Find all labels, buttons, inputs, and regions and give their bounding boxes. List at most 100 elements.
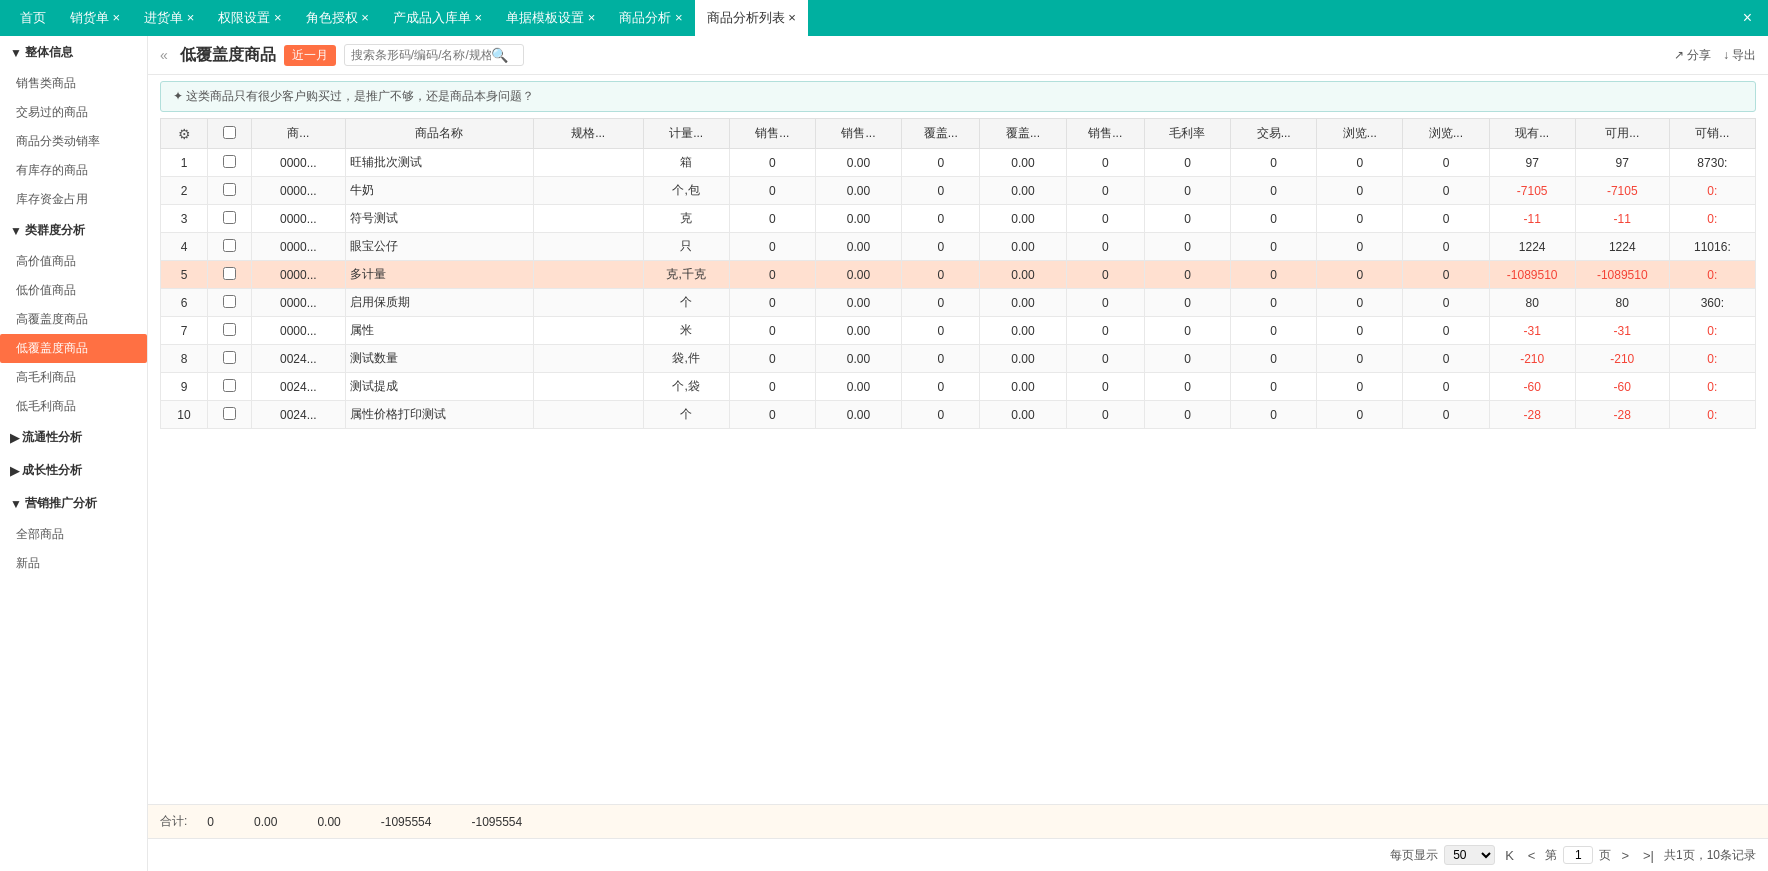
nav-production[interactable]: 产成品入库单 × bbox=[381, 0, 494, 36]
sidebar-item-low-coverage[interactable]: 低覆盖度商品 bbox=[0, 334, 147, 363]
close-button[interactable]: × bbox=[1735, 9, 1760, 27]
cell-4-12: 0 bbox=[1231, 261, 1317, 289]
liquidity-arrow: ▶ bbox=[10, 431, 19, 445]
cell-1-10: 0 bbox=[1066, 177, 1144, 205]
browse-link-2[interactable]: 0 bbox=[1317, 205, 1403, 233]
table-row: 10000...旺辅批次测试箱00.0000.000000097978730: bbox=[161, 149, 1756, 177]
browse-link-3[interactable]: 0 bbox=[1317, 233, 1403, 261]
sidebar-item-has-stock[interactable]: 有库存的商品 bbox=[0, 156, 147, 185]
cell-9-8: 0 bbox=[902, 401, 980, 429]
sidebar-item-sales-goods[interactable]: 销售类商品 bbox=[0, 69, 147, 98]
sidebar-item-high-profit[interactable]: 高毛利商品 bbox=[0, 363, 147, 392]
cell-9-16: -28 bbox=[1575, 401, 1669, 429]
search-icon[interactable]: 🔍 bbox=[491, 47, 508, 63]
row-checkbox-8[interactable] bbox=[208, 373, 252, 401]
row-checkbox-7[interactable] bbox=[208, 345, 252, 373]
sidebar-item-new-goods[interactable]: 新品 bbox=[0, 549, 147, 578]
row-checkbox-9[interactable] bbox=[208, 401, 252, 429]
sidebar-item-category-rate[interactable]: 商品分类动销率 bbox=[0, 127, 147, 156]
row-checkbox-0[interactable] bbox=[208, 149, 252, 177]
summary-avail: -1095554 bbox=[471, 815, 522, 829]
sidebar-section-liquidity[interactable]: ▶ 流通性分析 bbox=[0, 421, 147, 454]
browse-link-9[interactable]: 0 bbox=[1317, 401, 1403, 429]
sidebar-item-high-value[interactable]: 高价值商品 bbox=[0, 247, 147, 276]
col-header-cov1: 覆盖... bbox=[902, 119, 980, 149]
sidebar-section-marketing[interactable]: ▼ 营销推广分析 bbox=[0, 487, 147, 520]
col-header-browse1: 浏览... bbox=[1317, 119, 1403, 149]
page-size-select[interactable]: 50 10 20 100 bbox=[1444, 845, 1495, 865]
search-input[interactable] bbox=[351, 48, 491, 62]
cell-8-14: 0 bbox=[1403, 373, 1489, 401]
cell-4-6: 0 bbox=[729, 261, 815, 289]
sidebar-section-cluster[interactable]: ▼ 类群度分析 bbox=[0, 214, 147, 247]
cell-3-15: 1224 bbox=[1489, 233, 1575, 261]
first-page-btn[interactable]: K bbox=[1501, 846, 1518, 865]
table-row: 70000...属性米00.0000.0000000-31-310: bbox=[161, 317, 1756, 345]
cell-3-17: 11016: bbox=[1669, 233, 1755, 261]
settings-icon[interactable]: ⚙ bbox=[178, 126, 191, 142]
row-checkbox-2[interactable] bbox=[208, 205, 252, 233]
col-header-saleable: 可销... bbox=[1669, 119, 1755, 149]
cell-1-4 bbox=[533, 177, 643, 205]
cell-7-7: 0.00 bbox=[815, 345, 901, 373]
browse-link-8[interactable]: 0 bbox=[1317, 373, 1403, 401]
cell-5-17: 360: bbox=[1669, 289, 1755, 317]
content-header: « 低覆盖度商品 近一月 🔍 ↗ 分享 ↓ 导出 bbox=[148, 36, 1768, 75]
nav-sales[interactable]: 销货单 × bbox=[58, 0, 132, 36]
cell-3-3: 眼宝公仔 bbox=[345, 233, 533, 261]
nav-purchase[interactable]: 进货单 × bbox=[132, 0, 206, 36]
next-page-btn[interactable]: > bbox=[1617, 846, 1633, 865]
share-button[interactable]: ↗ 分享 bbox=[1674, 47, 1711, 64]
cell-0-17: 8730: bbox=[1669, 149, 1755, 177]
cell-6-4 bbox=[533, 317, 643, 345]
sidebar-section-overall[interactable]: ▼ 整体信息 bbox=[0, 36, 147, 69]
row-checkbox-1[interactable] bbox=[208, 177, 252, 205]
row-checkbox-3[interactable] bbox=[208, 233, 252, 261]
sidebar-item-low-value[interactable]: 低价值商品 bbox=[0, 276, 147, 305]
browse-link-5[interactable]: 0 bbox=[1317, 289, 1403, 317]
sidebar-item-all-goods[interactable]: 全部商品 bbox=[0, 520, 147, 549]
page-title: 低覆盖度商品 bbox=[180, 45, 276, 66]
cell-9-0: 10 bbox=[161, 401, 208, 429]
cell-4-15: -1089510 bbox=[1489, 261, 1575, 289]
sidebar-item-low-profit[interactable]: 低毛利商品 bbox=[0, 392, 147, 421]
nav-roles[interactable]: 角色授权 × bbox=[294, 0, 381, 36]
cell-2-6: 0 bbox=[729, 205, 815, 233]
browse-link-7[interactable]: 0 bbox=[1317, 345, 1403, 373]
nav-analysis[interactable]: 商品分析 × bbox=[607, 0, 694, 36]
cell-7-15: -210 bbox=[1489, 345, 1575, 373]
nav-permissions[interactable]: 权限设置 × bbox=[206, 0, 293, 36]
col-header-unit: 计量... bbox=[643, 119, 729, 149]
cell-6-5: 米 bbox=[643, 317, 729, 345]
row-checkbox-4[interactable] bbox=[208, 261, 252, 289]
browse-link-0[interactable]: 0 bbox=[1317, 149, 1403, 177]
cell-5-10: 0 bbox=[1066, 289, 1144, 317]
cell-2-17: 0: bbox=[1669, 205, 1755, 233]
nav-analysis-list[interactable]: 商品分析列表 × bbox=[695, 0, 808, 36]
export-button[interactable]: ↓ 导出 bbox=[1723, 47, 1756, 64]
sidebar-item-high-coverage[interactable]: 高覆盖度商品 bbox=[0, 305, 147, 334]
row-checkbox-6[interactable] bbox=[208, 317, 252, 345]
last-page-btn[interactable]: >| bbox=[1639, 846, 1658, 865]
sidebar-item-traded[interactable]: 交易过的商品 bbox=[0, 98, 147, 127]
nav-template[interactable]: 单据模板设置 × bbox=[494, 0, 607, 36]
col-header-avail: 可用... bbox=[1575, 119, 1669, 149]
cell-2-7: 0.00 bbox=[815, 205, 901, 233]
row-checkbox-5[interactable] bbox=[208, 289, 252, 317]
nav-home[interactable]: 首页 bbox=[8, 0, 58, 36]
cell-6-6: 0 bbox=[729, 317, 815, 345]
pagination-bar: 每页显示 50 10 20 100 K < 第 页 > >| 共1页，10条记录 bbox=[148, 838, 1768, 871]
select-all-checkbox[interactable] bbox=[223, 126, 236, 139]
sidebar-collapse-btn[interactable]: « bbox=[160, 47, 168, 63]
sidebar-item-stock-funds[interactable]: 库存资金占用 bbox=[0, 185, 147, 214]
period-button[interactable]: 近一月 bbox=[284, 45, 336, 66]
browse-link-6[interactable]: 0 bbox=[1317, 317, 1403, 345]
cell-6-7: 0.00 bbox=[815, 317, 901, 345]
cell-1-14: 0 bbox=[1403, 177, 1489, 205]
page-number-input[interactable] bbox=[1563, 846, 1593, 864]
browse-link-4[interactable]: 0 bbox=[1317, 261, 1403, 289]
prev-page-btn[interactable]: < bbox=[1524, 846, 1540, 865]
sidebar-section-growth[interactable]: ▶ 成长性分析 bbox=[0, 454, 147, 487]
browse-link-1[interactable]: 0 bbox=[1317, 177, 1403, 205]
col-header-check[interactable] bbox=[208, 119, 252, 149]
